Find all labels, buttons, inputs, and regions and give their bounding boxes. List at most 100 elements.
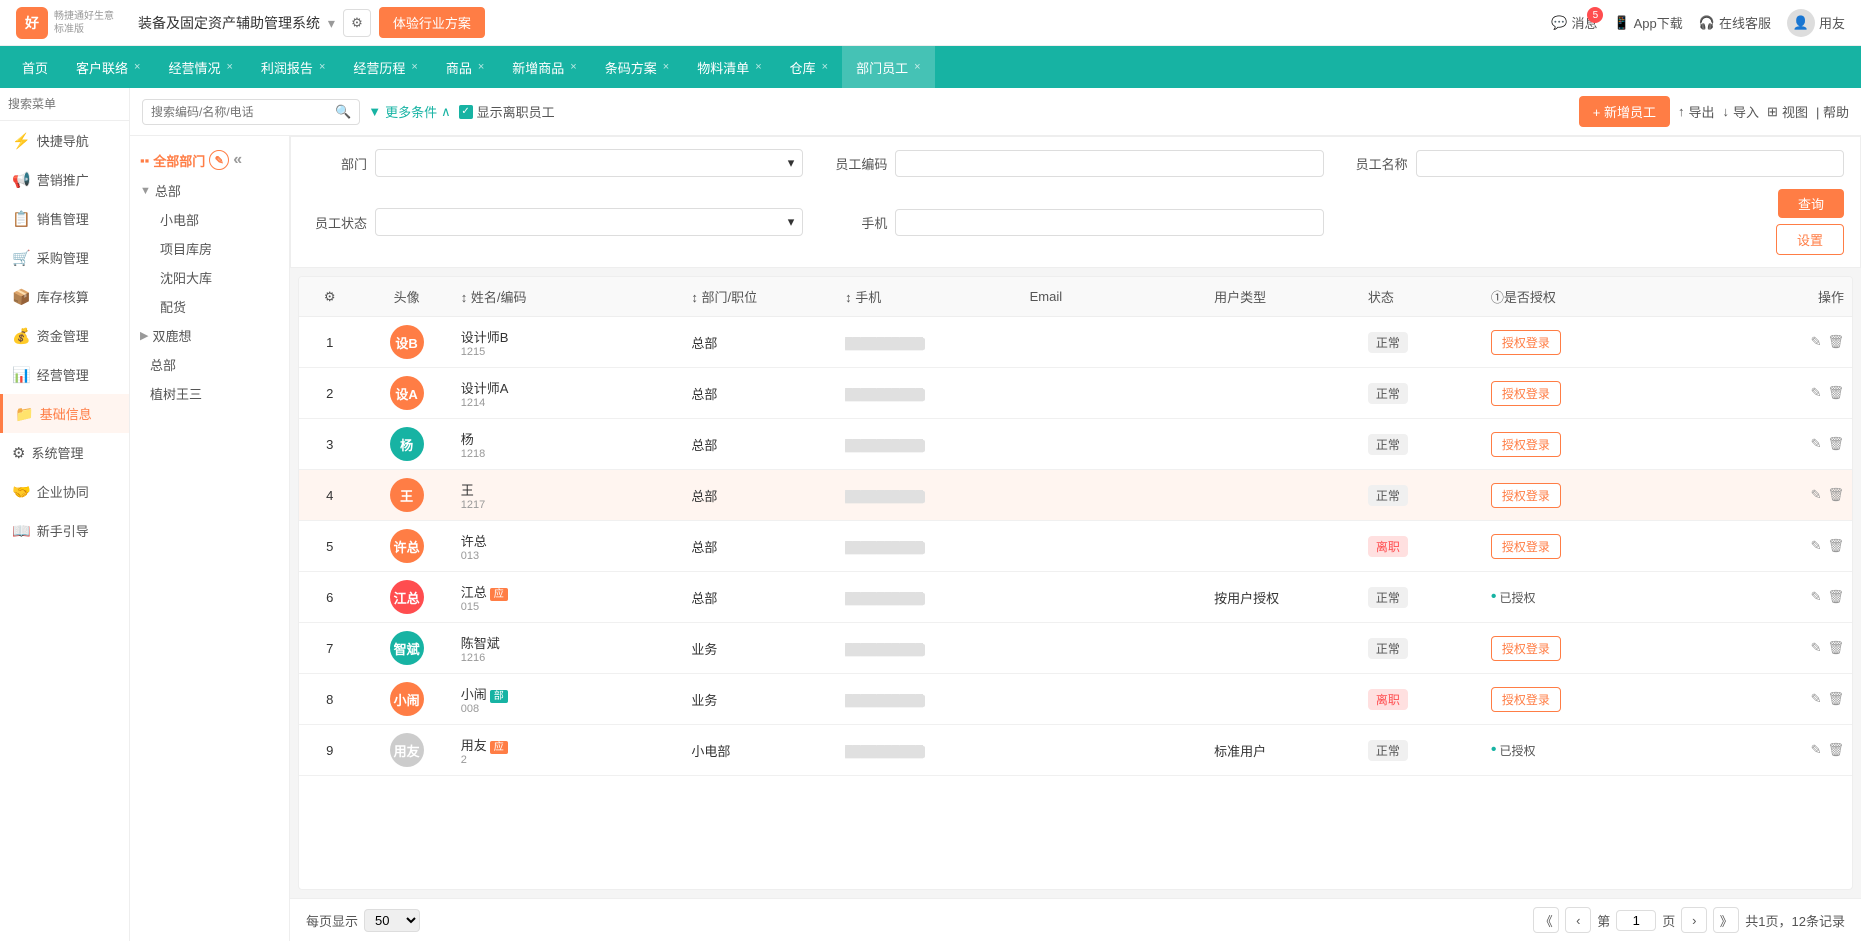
- edit-button[interactable]: ✎: [1811, 742, 1822, 758]
- col-header-settings[interactable]: ⚙: [299, 277, 361, 317]
- query-button[interactable]: 查询: [1778, 189, 1844, 218]
- close-icon[interactable]: ×: [319, 61, 325, 73]
- edit-button[interactable]: ✎: [1811, 640, 1822, 656]
- prev-page-button[interactable]: ‹: [1565, 907, 1591, 933]
- next-page-button[interactable]: ›: [1681, 907, 1707, 933]
- add-employee-button[interactable]: + 新增员工: [1579, 96, 1670, 127]
- delete-button[interactable]: 🗑: [1827, 487, 1844, 503]
- sidebar-item-base[interactable]: 📁 基础信息: [0, 394, 129, 433]
- dept-item-xiaodian[interactable]: 小电部: [130, 205, 289, 234]
- delete-button[interactable]: 🗑: [1827, 538, 1844, 554]
- empname-filter-input[interactable]: [1416, 150, 1844, 177]
- sidebar-item-quick[interactable]: ⚡ 快捷导航: [0, 121, 129, 160]
- import-button[interactable]: ↓ 导入: [1723, 102, 1760, 121]
- edit-button[interactable]: ✎: [1811, 589, 1822, 605]
- dept-edit-icon[interactable]: ✎: [209, 150, 229, 170]
- set-button[interactable]: 设置: [1776, 224, 1844, 255]
- sidebar-item-business[interactable]: 📊 经营管理: [0, 355, 129, 394]
- page-input[interactable]: [1616, 910, 1656, 931]
- sidebar-search[interactable]: 🔍: [0, 88, 129, 121]
- close-icon[interactable]: ×: [411, 61, 417, 73]
- settings-button[interactable]: ⚙: [343, 9, 371, 37]
- phone-filter-input[interactable]: [895, 209, 1323, 236]
- authorize-button[interactable]: 授权登录: [1491, 432, 1561, 457]
- first-page-button[interactable]: 《: [1533, 907, 1559, 933]
- authorize-button[interactable]: 授权登录: [1491, 534, 1561, 559]
- edit-button[interactable]: ✎: [1811, 538, 1822, 554]
- view-button[interactable]: ⊞ 视图: [1767, 102, 1808, 121]
- trial-button[interactable]: 体验行业方案: [379, 7, 485, 38]
- help-button[interactable]: | 帮助: [1816, 102, 1849, 121]
- delete-button[interactable]: 🗑: [1827, 334, 1844, 350]
- tab-goods[interactable]: 商品×: [432, 46, 498, 88]
- close-icon[interactable]: ×: [134, 61, 140, 73]
- tab-warehouse[interactable]: 仓库×: [776, 46, 842, 88]
- authorize-button[interactable]: 授权登录: [1491, 330, 1561, 355]
- empcode-filter-input[interactable]: [895, 150, 1323, 177]
- authorize-button[interactable]: 授权登录: [1491, 687, 1561, 712]
- close-icon[interactable]: ×: [822, 61, 828, 73]
- sidebar-item-inventory[interactable]: 📦 库存核算: [0, 277, 129, 316]
- dept-filter-select[interactable]: ▾: [375, 149, 803, 177]
- dept-all-button[interactable]: ▪▪ 全部部门 ✎ «: [130, 144, 289, 176]
- tab-bom[interactable]: 物料清单×: [683, 46, 775, 88]
- dept-item-peihuo[interactable]: 配货: [130, 292, 289, 321]
- dept-item-project[interactable]: 项目库房: [130, 234, 289, 263]
- close-icon[interactable]: ×: [478, 61, 484, 73]
- tab-history[interactable]: 经营历程×: [339, 46, 431, 88]
- edit-button[interactable]: ✎: [1811, 487, 1822, 503]
- sidebar-item-finance[interactable]: 💰 资金管理: [0, 316, 129, 355]
- delete-button[interactable]: 🗑: [1827, 691, 1844, 707]
- sidebar-item-collab[interactable]: 🤝 企业协同: [0, 472, 129, 511]
- tab-add-goods[interactable]: 新增商品×: [498, 46, 590, 88]
- tab-dept-staff[interactable]: 部门员工×: [842, 46, 934, 88]
- search-box[interactable]: 🔍: [142, 99, 360, 125]
- close-icon[interactable]: ×: [755, 61, 761, 73]
- delete-button[interactable]: 🗑: [1827, 589, 1844, 605]
- show-resigned-checkbox[interactable]: ✓ 显示离职员工: [459, 102, 555, 121]
- delete-button[interactable]: 🗑: [1827, 640, 1844, 656]
- tab-profit[interactable]: 利润报告×: [247, 46, 339, 88]
- delete-button[interactable]: 🗑: [1827, 742, 1844, 758]
- sidebar-item-guide[interactable]: 📖 新手引导: [0, 511, 129, 550]
- last-page-button[interactable]: 》: [1713, 907, 1739, 933]
- app-download-button[interactable]: 📱 App下载: [1613, 13, 1682, 32]
- sidebar-item-sales[interactable]: 📋 销售管理: [0, 199, 129, 238]
- tab-customer[interactable]: 客户联络×: [62, 46, 154, 88]
- tab-operation[interactable]: 经营情况×: [154, 46, 246, 88]
- sidebar-item-marketing[interactable]: 📢 营销推广: [0, 160, 129, 199]
- authorize-button[interactable]: 授权登录: [1491, 483, 1561, 508]
- export-button[interactable]: ↑ 导出: [1678, 102, 1715, 121]
- close-icon[interactable]: ×: [663, 61, 669, 73]
- edit-button[interactable]: ✎: [1811, 334, 1822, 350]
- dept-item-zhi[interactable]: 植树王三: [130, 379, 289, 408]
- per-page-select[interactable]: 50 100: [364, 909, 420, 932]
- dept-item-shenyang[interactable]: 沈阳大库: [130, 263, 289, 292]
- edit-button[interactable]: ✎: [1811, 691, 1822, 707]
- search-input[interactable]: [8, 97, 130, 111]
- col-header-phone[interactable]: ↕ 手机: [837, 277, 1022, 317]
- close-icon[interactable]: ×: [226, 61, 232, 73]
- user-menu-button[interactable]: 👤 用友: [1787, 9, 1845, 37]
- delete-button[interactable]: 🗑: [1827, 436, 1844, 452]
- authorize-button[interactable]: 授权登录: [1491, 381, 1561, 406]
- col-header-dept[interactable]: ↕ 部门/职位: [683, 277, 837, 317]
- status-filter-select[interactable]: ▾: [375, 208, 803, 236]
- tab-barcode[interactable]: 条码方案×: [591, 46, 683, 88]
- close-icon[interactable]: ×: [914, 61, 920, 73]
- more-filter-button[interactable]: ▼ 更多条件 ∧: [368, 102, 450, 121]
- sidebar-item-purchase[interactable]: 🛒 采购管理: [0, 238, 129, 277]
- delete-button[interactable]: 🗑: [1827, 385, 1844, 401]
- dropdown-arrow-icon[interactable]: ▾: [328, 15, 335, 31]
- dept-group-zongbu[interactable]: 总部: [130, 350, 289, 379]
- authorize-button[interactable]: 授权登录: [1491, 636, 1561, 661]
- dept-group-shuanglu[interactable]: ▶ 双鹿想: [130, 321, 289, 350]
- edit-button[interactable]: ✎: [1811, 385, 1822, 401]
- col-header-name[interactable]: ↕ 姓名/编码: [453, 277, 684, 317]
- message-button[interactable]: 💬 消息 5: [1551, 13, 1597, 32]
- online-service-button[interactable]: 🎧 在线客服: [1699, 13, 1771, 32]
- sidebar-item-system[interactable]: ⚙ 系统管理: [0, 433, 129, 472]
- edit-button[interactable]: ✎: [1811, 436, 1822, 452]
- search-input[interactable]: [151, 105, 331, 119]
- dept-collapse-button[interactable]: «: [233, 151, 242, 169]
